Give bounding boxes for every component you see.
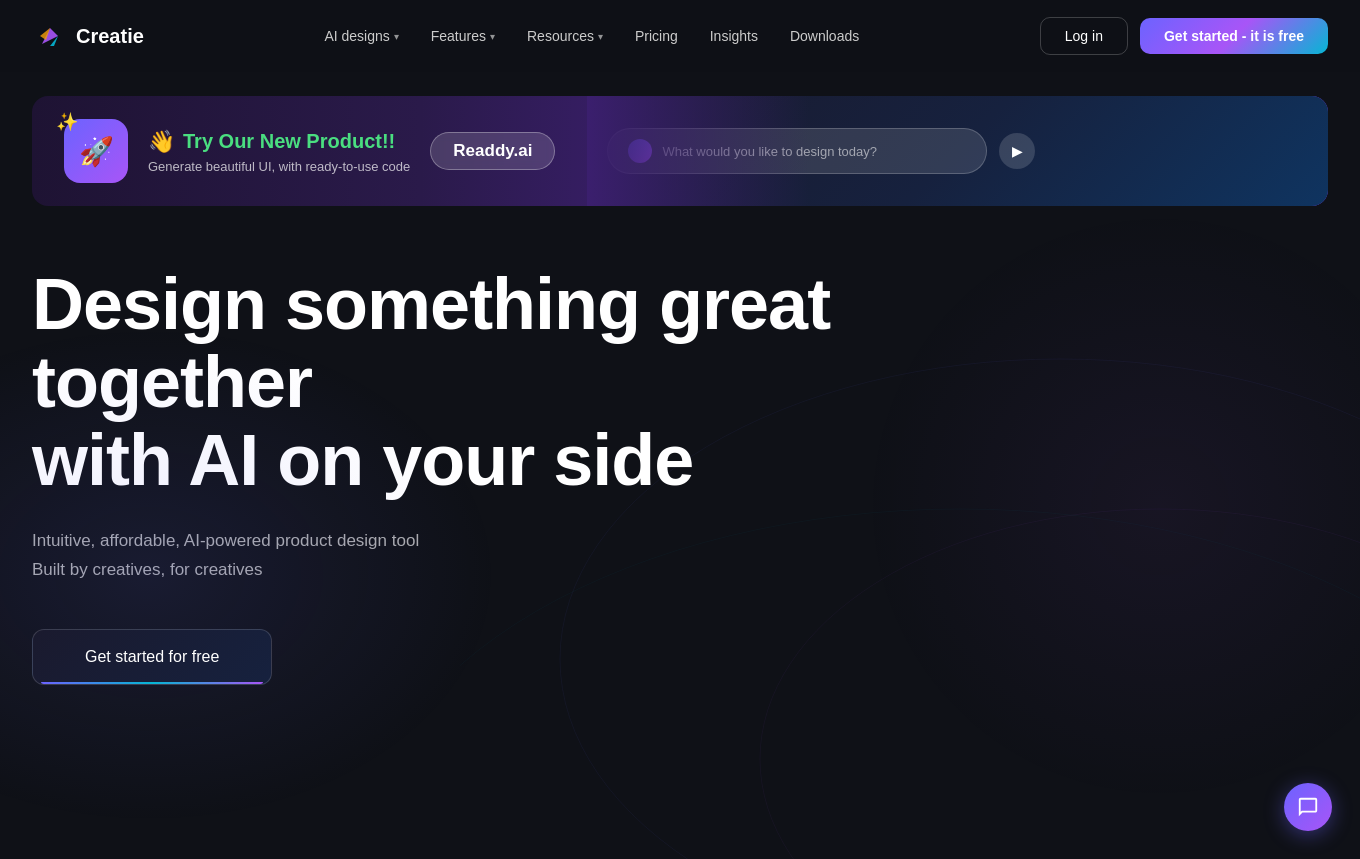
chat-icon <box>1297 796 1319 818</box>
chevron-down-icon: ▾ <box>394 31 399 42</box>
sparkle-icon: ✨ <box>56 111 78 133</box>
nav-links: AI designs ▾ Features ▾ Resources ▾ Pric… <box>310 20 873 52</box>
navbar: Creatie AI designs ▾ Features ▾ Resource… <box>0 0 1360 72</box>
logo[interactable]: Creatie <box>32 18 144 54</box>
nav-item-pricing[interactable]: Pricing <box>621 20 692 52</box>
banner-text: 👋 Try Our New Product!! Generate beautif… <box>148 129 410 174</box>
nav-item-insights[interactable]: Insights <box>696 20 772 52</box>
hero-cta: Get started for free <box>32 629 1328 685</box>
nav-item-downloads[interactable]: Downloads <box>776 20 873 52</box>
nav-item-features[interactable]: Features ▾ <box>417 20 509 52</box>
nav-actions: Log in Get started - it is free <box>1040 17 1328 55</box>
readdy-pill[interactable]: Readdy.ai <box>430 132 555 170</box>
banner-title: 👋 Try Our New Product!! <box>148 129 410 155</box>
login-button[interactable]: Log in <box>1040 17 1128 55</box>
hero-title: Design something great together with AI … <box>32 266 932 499</box>
get-started-button[interactable]: Get started - it is free <box>1140 18 1328 54</box>
logo-icon <box>32 18 68 54</box>
banner-overlay <box>587 96 1328 206</box>
promo-banner[interactable]: ✨ 🚀 👋 Try Our New Product!! Generate bea… <box>32 96 1328 206</box>
chevron-down-icon: ▾ <box>598 31 603 42</box>
chevron-down-icon: ▾ <box>490 31 495 42</box>
banner-right: What would you like to design today? ▶ <box>587 96 1328 206</box>
banner-subtitle: Generate beautiful UI, with ready-to-use… <box>148 159 410 174</box>
nav-item-resources[interactable]: Resources ▾ <box>513 20 617 52</box>
hero-section: Design something great together with AI … <box>0 206 1360 725</box>
nav-item-ai-designs[interactable]: AI designs ▾ <box>310 20 412 52</box>
hero-cta-button[interactable]: Get started for free <box>32 629 272 685</box>
logo-text: Creatie <box>76 25 144 48</box>
banner-icon-wrap: ✨ 🚀 <box>64 119 128 183</box>
banner-left: ✨ 🚀 👋 Try Our New Product!! Generate bea… <box>32 119 587 183</box>
hero-subtitle: Intuitive, affordable, AI-powered produc… <box>32 527 1328 585</box>
chat-widget-button[interactable] <box>1284 783 1332 831</box>
